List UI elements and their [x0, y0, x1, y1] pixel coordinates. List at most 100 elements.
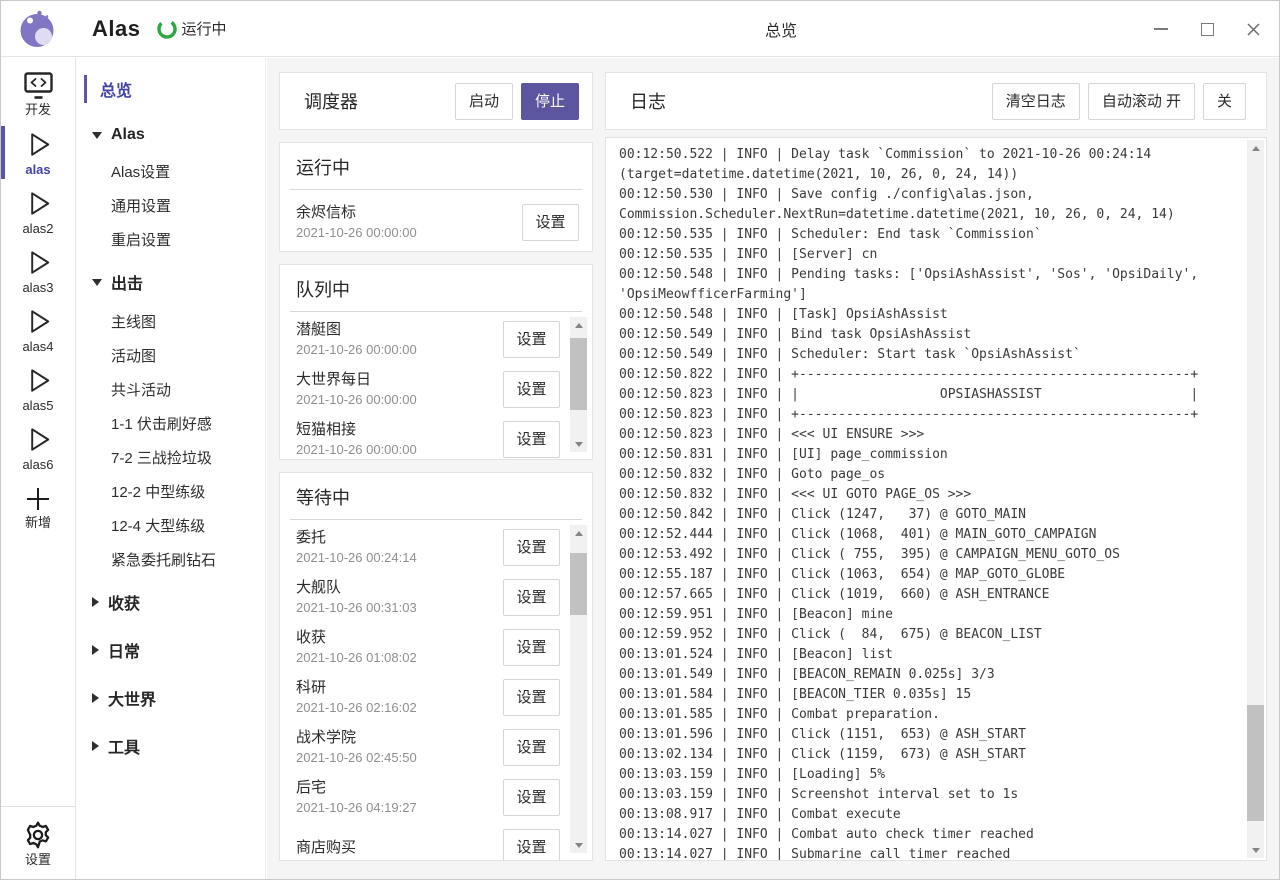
pending-scrollbar[interactable]: [570, 317, 587, 452]
rail-item-alas[interactable]: alas: [1, 123, 75, 182]
menu-item[interactable]: 12-4 大型练级: [77, 510, 265, 544]
window-controls: [1153, 1, 1261, 57]
menu-item[interactable]: 重启设置: [77, 224, 265, 258]
task-settings-button[interactable]: 设置: [503, 829, 560, 861]
task-settings-button[interactable]: 设置: [503, 321, 560, 358]
task-name: 后宅: [296, 777, 503, 798]
menu-item[interactable]: 主线图: [77, 306, 265, 340]
waiting-task-list: 委托2021-10-26 00:24:14设置大舰队2021-10-26 00:…: [280, 520, 592, 860]
scroll-thumb[interactable]: [1247, 705, 1264, 822]
menu-group-label: 工具: [108, 734, 140, 758]
task-row: 科研2021-10-26 02:16:02设置: [280, 672, 592, 722]
log-line: 00:13:02.134 | INFO | Click (1159, 673) …: [619, 745, 1236, 765]
task-next-run-time: 2021-10-26 02:16:02: [296, 698, 503, 717]
start-button[interactable]: 启动: [455, 83, 513, 120]
maximize-button[interactable]: [1199, 21, 1215, 37]
close-button[interactable]: [1245, 21, 1261, 37]
menu-group[interactable]: 收获: [77, 578, 265, 626]
task-settings-button[interactable]: 设置: [503, 529, 560, 566]
task-settings-button[interactable]: 设置: [503, 629, 560, 666]
rail-item-label: alas: [25, 162, 50, 177]
task-row: 委托2021-10-26 00:24:14设置: [280, 522, 592, 572]
task-settings-button[interactable]: 设置: [503, 421, 560, 458]
log-scrollbar[interactable]: [1247, 140, 1264, 858]
menu-item[interactable]: 活动图: [77, 340, 265, 374]
task-settings-button[interactable]: 设置: [503, 371, 560, 408]
rail-item-label: alas3: [22, 280, 53, 295]
menu-group[interactable]: 工具: [77, 722, 265, 770]
scroll-down-icon[interactable]: [1247, 842, 1264, 858]
task-settings-button[interactable]: 设置: [503, 679, 560, 716]
rail-item-label: alas6: [22, 457, 53, 472]
scroll-thumb[interactable]: [570, 553, 587, 615]
menu-item[interactable]: 7-2 三战捡垃圾: [77, 442, 265, 476]
log-line: 00:13:03.159 | INFO | Screenshot interva…: [619, 785, 1236, 805]
menu-item[interactable]: 通用设置: [77, 190, 265, 224]
scroll-thumb[interactable]: [570, 338, 587, 410]
clear-log-button[interactable]: 清空日志: [992, 83, 1080, 120]
rail-item-dev[interactable]: 开发: [1, 64, 75, 123]
scroll-down-icon[interactable]: [570, 436, 587, 452]
log-line: 00:12:53.492 | INFO | Click ( 755, 395) …: [619, 545, 1236, 565]
log-output[interactable]: 00:12:50.522 | INFO | Delay task `Commis…: [605, 137, 1267, 861]
main-area: 调度器 启动 停止 运行中 余烬信标2021-10-26 00:00:00设置 …: [267, 58, 1279, 879]
task-next-run-time: 2021-10-26 00:31:03: [296, 598, 503, 617]
task-settings-button[interactable]: 设置: [503, 729, 560, 766]
scheduler-status: 运行中: [156, 18, 226, 40]
rail-item-alas5[interactable]: alas5: [1, 359, 75, 418]
rail-settings-button[interactable]: 设置: [1, 807, 75, 879]
log-line: 00:13:01.596 | INFO | Click (1151, 653) …: [619, 725, 1236, 745]
rail-item-alas3[interactable]: alas3: [1, 241, 75, 300]
menu-item-overview[interactable]: 总览: [77, 68, 265, 110]
profile-rail: 开发 alas alas2 alas3 alas4alas5 alas6 新增 设置: [1, 58, 76, 879]
task-row: 大世界每日2021-10-26 00:00:00设置: [280, 364, 592, 414]
rail-spacer: [1, 536, 75, 806]
add-profile-button[interactable]: 新增: [1, 477, 75, 536]
waiting-scrollbar[interactable]: [570, 525, 587, 853]
task-settings-button[interactable]: 设置: [522, 204, 579, 241]
running-section: 运行中 余烬信标2021-10-26 00:00:00设置: [279, 142, 593, 252]
log-line: 00:12:50.822 | INFO | +-----------------…: [619, 365, 1236, 385]
autoscroll-toggle-button[interactable]: 自动滚动 开: [1088, 83, 1195, 120]
log-line: 00:12:50.832 | INFO | Goto page_os: [619, 465, 1236, 485]
menu-item[interactable]: 紧急委托刷钻石: [77, 544, 265, 578]
gear-icon: [22, 819, 54, 851]
scroll-down-icon[interactable]: [570, 837, 587, 853]
rail-item-alas6[interactable]: alas6: [1, 418, 75, 477]
menu-item[interactable]: 共斗活动: [77, 374, 265, 408]
log-line: 00:12:50.548 | INFO | Pending tasks: ['O…: [619, 265, 1236, 285]
log-line: 00:12:57.665 | INFO | Click (1019, 660) …: [619, 585, 1236, 605]
menu-group[interactable]: 大世界: [77, 674, 265, 722]
stop-button[interactable]: 停止: [521, 83, 579, 120]
log-line: 00:13:08.917 | INFO | Combat execute: [619, 805, 1236, 825]
task-row: 余烬信标2021-10-26 00:00:00设置: [280, 192, 592, 251]
scroll-up-icon[interactable]: [570, 317, 587, 333]
minimize-button[interactable]: [1153, 21, 1169, 37]
play-icon: [22, 423, 55, 456]
scroll-up-icon[interactable]: [570, 525, 587, 541]
menu-item[interactable]: Alas设置: [77, 156, 265, 190]
menu-item[interactable]: 12-2 中型练级: [77, 476, 265, 510]
menu-group[interactable]: Alas: [77, 114, 265, 156]
menu-group[interactable]: 日常: [77, 626, 265, 674]
menu-group[interactable]: 出击: [77, 258, 265, 306]
rail-item-alas2[interactable]: alas2: [1, 182, 75, 241]
chevron-down-icon: [92, 279, 102, 286]
task-name: 战术学院: [296, 727, 503, 748]
menu-item[interactable]: 1-1 伏击刷好感: [77, 408, 265, 442]
play-icon: [22, 187, 55, 220]
log-line: 00:13:01.524 | INFO | [Beacon] list: [619, 645, 1236, 665]
log-line: 00:13:03.159 | INFO | [Loading] 5%: [619, 765, 1236, 785]
rail-item-alas4[interactable]: alas4: [1, 300, 75, 359]
scroll-up-icon[interactable]: [1247, 140, 1264, 156]
task-next-run-time: 2021-10-26 00:00:00: [296, 223, 522, 242]
page-title: 总览: [765, 17, 797, 41]
task-settings-button[interactable]: 设置: [503, 779, 560, 816]
task-next-run-time: 2021-10-26 02:45:50: [296, 748, 503, 767]
menu-group-label: 日常: [108, 638, 140, 662]
play-icon: [22, 305, 55, 338]
log-line: 00:12:50.842 | INFO | Click (1247, 37) @…: [619, 505, 1236, 525]
running-task-list: 余烬信标2021-10-26 00:00:00设置: [280, 190, 592, 251]
log-off-button[interactable]: 关: [1203, 83, 1246, 120]
task-settings-button[interactable]: 设置: [503, 579, 560, 616]
